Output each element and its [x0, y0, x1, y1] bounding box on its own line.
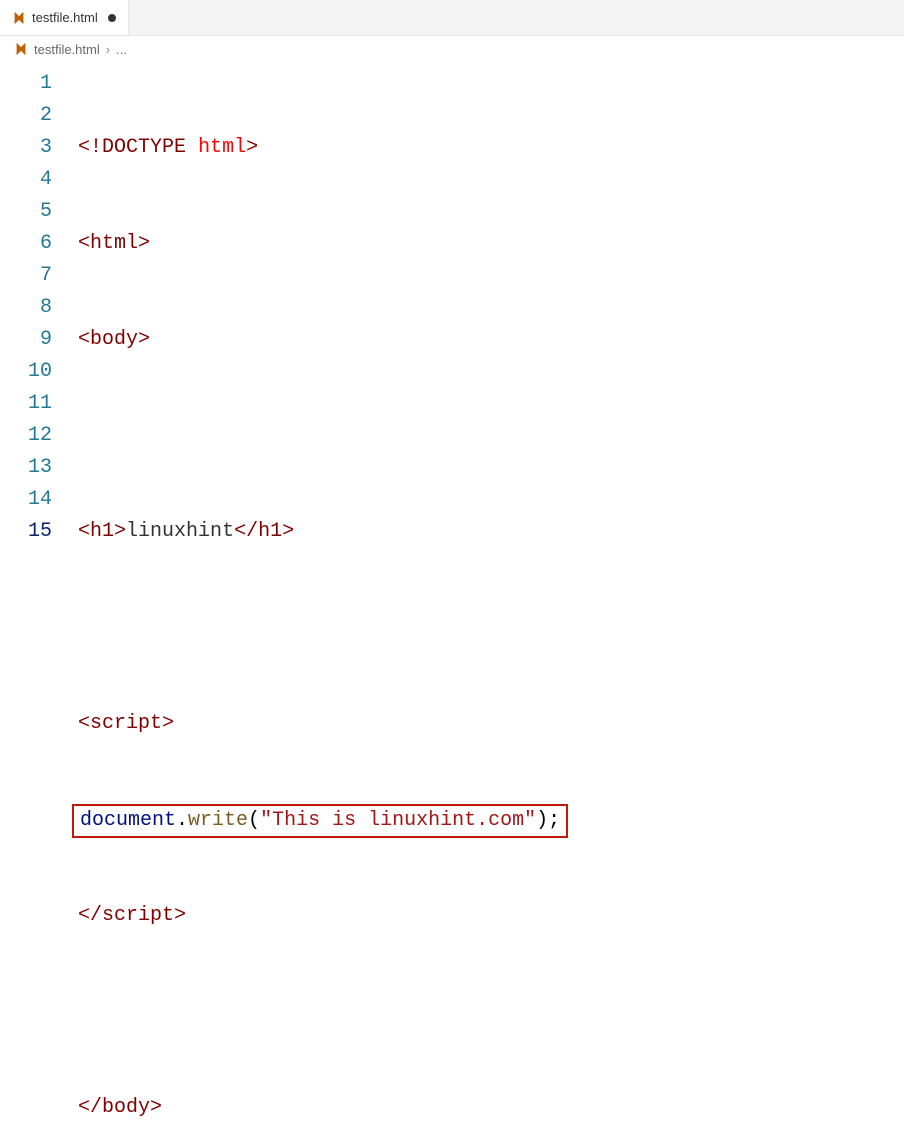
code-line[interactable]: </body>	[78, 1092, 904, 1124]
line-number: 10	[0, 356, 52, 388]
code-line[interactable]: <script>	[78, 708, 904, 740]
code-line[interactable]: <html>	[78, 228, 904, 260]
line-number: 14	[0, 484, 52, 516]
line-number: 1	[0, 68, 52, 100]
html-file-icon	[14, 42, 28, 56]
code-line[interactable]: <!DOCTYPE html>	[78, 132, 904, 164]
line-number: 8	[0, 292, 52, 324]
code-line-highlighted[interactable]: document.write("This is linuxhint.com");	[78, 804, 904, 836]
line-number-gutter: 1 2 3 4 5 6 7 8 9 10 11 12 13 14 15	[0, 68, 78, 1138]
dirty-indicator-icon	[108, 14, 116, 22]
html-file-icon	[12, 11, 26, 25]
line-number: 4	[0, 164, 52, 196]
line-number: 7	[0, 260, 52, 292]
line-number: 6	[0, 228, 52, 260]
tab-testfile[interactable]: testfile.html	[0, 0, 129, 35]
line-number: 3	[0, 132, 52, 164]
line-number: 9	[0, 324, 52, 356]
highlight-box: document.write("This is linuxhint.com");	[72, 804, 568, 838]
line-number: 11	[0, 388, 52, 420]
code-line[interactable]	[78, 612, 904, 644]
code-area[interactable]: <!DOCTYPE html> <html> <body> <h1>linuxh…	[78, 68, 904, 1138]
code-line[interactable]: <h1>linuxhint</h1>	[78, 516, 904, 548]
code-line[interactable]	[78, 996, 904, 1028]
breadcrumb[interactable]: testfile.html › ...	[0, 36, 904, 62]
line-number: 2	[0, 100, 52, 132]
code-line[interactable]: </script>	[78, 900, 904, 932]
tab-bar: testfile.html	[0, 0, 904, 36]
breadcrumb-more: ...	[116, 42, 127, 57]
code-line[interactable]: <body>	[78, 324, 904, 356]
tab-label: testfile.html	[32, 10, 98, 25]
line-number: 13	[0, 452, 52, 484]
line-number: 5	[0, 196, 52, 228]
code-line[interactable]	[78, 420, 904, 452]
line-number: 15	[0, 516, 52, 548]
breadcrumb-file: testfile.html	[34, 42, 100, 57]
chevron-right-icon: ›	[106, 42, 110, 57]
line-number: 12	[0, 420, 52, 452]
code-editor[interactable]: 1 2 3 4 5 6 7 8 9 10 11 12 13 14 15 <!DO…	[0, 62, 904, 1138]
